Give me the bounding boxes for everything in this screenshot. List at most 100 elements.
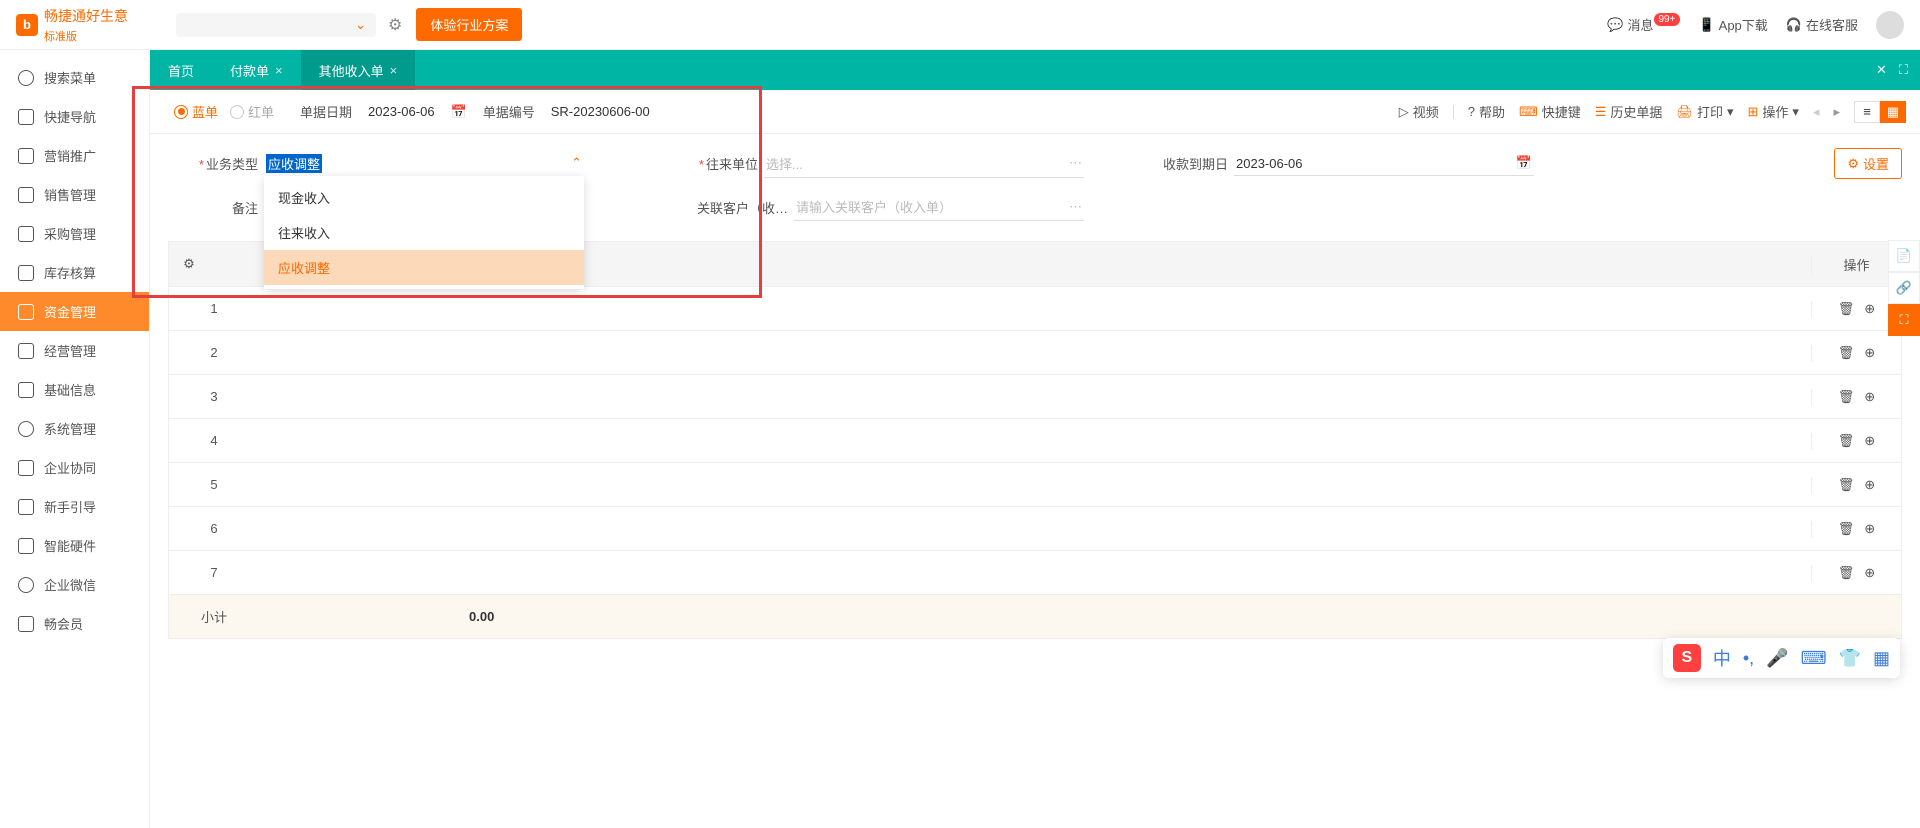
- biztype-select[interactable]: 应收调整 ⌃ 现金收入 往来收入 应收调整: [264, 150, 584, 178]
- tab-other-income[interactable]: 其他收入单×: [301, 50, 416, 90]
- biztype-dropdown: 现金收入 往来收入 应收调整: [264, 176, 584, 289]
- docno-value: SR-20230606-00: [551, 104, 650, 119]
- sidebar-item-collab[interactable]: 企业协同: [0, 448, 149, 487]
- table-settings-icon[interactable]: ⚙: [169, 256, 209, 272]
- table-footer: 小计 0.00: [169, 594, 1901, 638]
- ime-keyboard-icon[interactable]: ⌨: [1801, 648, 1827, 669]
- copy-icon[interactable]: ⊕: [1864, 433, 1875, 449]
- messages-link[interactable]: 💬 消息 99+: [1607, 15, 1680, 34]
- next-icon[interactable]: ▸: [1833, 104, 1840, 120]
- chat-icon: 💬: [1607, 17, 1623, 33]
- sidebar-item-purchase[interactable]: 采购管理: [0, 214, 149, 253]
- print-link[interactable]: 🖨打印▾: [1676, 102, 1733, 121]
- bag-icon: [18, 226, 34, 242]
- support-link[interactable]: 🎧 在线客服: [1786, 15, 1858, 34]
- calendar-icon[interactable]: 📅: [451, 104, 467, 120]
- tab-home[interactable]: 首页: [150, 50, 212, 90]
- app-download-link[interactable]: 📱 App下载: [1698, 15, 1767, 34]
- headset-icon: 🎧: [1786, 17, 1802, 33]
- help-link[interactable]: ?帮助: [1468, 102, 1505, 121]
- delete-icon[interactable]: 🗑: [1838, 565, 1855, 581]
- sidebar-item-inventory[interactable]: 库存核算: [0, 253, 149, 292]
- table-row[interactable]: 5🗑⊕: [169, 462, 1901, 506]
- sidebar-item-quicknav[interactable]: 快捷导航: [0, 97, 149, 136]
- relcust-input[interactable]: 请输入关联客户（收入单） ⋯: [794, 193, 1084, 221]
- sidebar-item-guide[interactable]: 新手引导: [0, 487, 149, 526]
- gift-icon: [18, 148, 34, 164]
- delete-icon[interactable]: 🗑: [1838, 521, 1855, 537]
- close-icon[interactable]: ×: [390, 63, 398, 78]
- dropdown-option-adjust[interactable]: 应收调整: [264, 250, 584, 285]
- trial-button[interactable]: 体验行业方案: [416, 8, 522, 41]
- settings-button[interactable]: ⚙ 设置: [1834, 148, 1902, 179]
- ime-mic-icon[interactable]: 🎤: [1766, 648, 1788, 669]
- settings-icon[interactable]: ⚙: [388, 15, 402, 35]
- ime-punct-icon[interactable]: •,: [1743, 648, 1754, 669]
- sidebar-item-vip[interactable]: 畅会员: [0, 604, 149, 643]
- shortcut-link[interactable]: ⌨快捷键: [1519, 102, 1581, 121]
- dropdown-option-receivable[interactable]: 往来收入: [264, 215, 584, 250]
- list-icon: [18, 343, 34, 359]
- copy-icon[interactable]: ⊕: [1864, 477, 1875, 493]
- view-list-button[interactable]: ≡: [1854, 101, 1880, 123]
- wechat-icon: [18, 577, 34, 593]
- search-icon: [18, 70, 34, 86]
- grid-icon: [18, 382, 34, 398]
- prev-icon[interactable]: ◂: [1813, 104, 1820, 120]
- delete-icon[interactable]: 🗑: [1838, 301, 1855, 317]
- calendar-icon: 📅: [1516, 155, 1532, 171]
- sidebar-item-fund[interactable]: 资金管理: [0, 292, 149, 331]
- avatar[interactable]: [1876, 11, 1904, 39]
- sidebar-item-basic[interactable]: 基础信息: [0, 370, 149, 409]
- delete-icon[interactable]: 🗑: [1838, 433, 1855, 449]
- copy-icon[interactable]: ⊕: [1864, 565, 1875, 581]
- operations-link[interactable]: ⊞操作▾: [1747, 102, 1798, 121]
- history-link[interactable]: ☰历史单据: [1595, 102, 1663, 121]
- date-value[interactable]: 2023-06-06: [368, 104, 435, 119]
- video-link[interactable]: ▷视频: [1399, 102, 1439, 121]
- copy-icon[interactable]: ⊕: [1864, 389, 1875, 405]
- copy-icon[interactable]: ⊕: [1864, 301, 1875, 317]
- org-selector[interactable]: ⌄: [176, 13, 376, 37]
- docno-label: 单据编号: [483, 102, 535, 121]
- table-row[interactable]: 2🗑⊕: [169, 330, 1901, 374]
- note-icon[interactable]: 📄: [1888, 240, 1920, 272]
- delete-icon[interactable]: 🗑: [1838, 477, 1855, 493]
- table-row[interactable]: 1🗑⊕: [169, 286, 1901, 330]
- sidebar-item-operation[interactable]: 经营管理: [0, 331, 149, 370]
- sidebar-item-sales[interactable]: 销售管理: [0, 175, 149, 214]
- sidebar-item-wechat[interactable]: 企业微信: [0, 565, 149, 604]
- sidebar-item-search[interactable]: 搜索菜单: [0, 58, 149, 97]
- unit-select[interactable]: 选择... ⋯: [764, 150, 1084, 178]
- ops-icon: ⊞: [1747, 104, 1758, 120]
- copy-icon[interactable]: ⊕: [1864, 345, 1875, 361]
- delete-icon[interactable]: 🗑: [1838, 389, 1855, 405]
- close-icon[interactable]: ×: [275, 63, 283, 78]
- ime-skin-icon[interactable]: 👕: [1839, 648, 1861, 669]
- copy-icon[interactable]: ⊕: [1864, 521, 1875, 537]
- radio-blue[interactable]: 蓝单: [174, 102, 218, 121]
- sidebar-item-marketing[interactable]: 营销推广: [0, 136, 149, 175]
- table-row[interactable]: 6🗑⊕: [169, 506, 1901, 550]
- table-row[interactable]: 4🗑⊕: [169, 418, 1901, 462]
- attachment-icon[interactable]: 🔗: [1888, 272, 1920, 304]
- table-row[interactable]: 3🗑⊕: [169, 374, 1901, 418]
- expand-icon[interactable]: ⛶: [1899, 62, 1908, 78]
- duedate-input[interactable]: 2023-06-06 📅: [1234, 151, 1534, 176]
- table-row[interactable]: 7🗑⊕: [169, 550, 1901, 594]
- ime-logo-icon[interactable]: S: [1673, 644, 1701, 672]
- ime-menu-icon[interactable]: ▦: [1873, 648, 1890, 669]
- sidebar-item-system[interactable]: 系统管理: [0, 409, 149, 448]
- tabs: 首页 付款单× 其他收入单× ✕ ⛶: [150, 50, 1920, 90]
- view-card-button[interactable]: ▦: [1880, 101, 1906, 123]
- delete-icon[interactable]: 🗑: [1838, 345, 1855, 361]
- tab-payment[interactable]: 付款单×: [212, 50, 301, 90]
- ime-lang[interactable]: 中: [1713, 645, 1731, 671]
- message-badge: 99+: [1654, 13, 1681, 26]
- home-icon: [18, 109, 34, 125]
- dropdown-option-cash[interactable]: 现金收入: [264, 180, 584, 215]
- radio-red[interactable]: 红单: [230, 102, 274, 121]
- sidebar-item-hardware[interactable]: 智能硬件: [0, 526, 149, 565]
- expand-tool-icon[interactable]: ⛶: [1888, 304, 1920, 336]
- close-all-icon[interactable]: ✕: [1876, 62, 1887, 78]
